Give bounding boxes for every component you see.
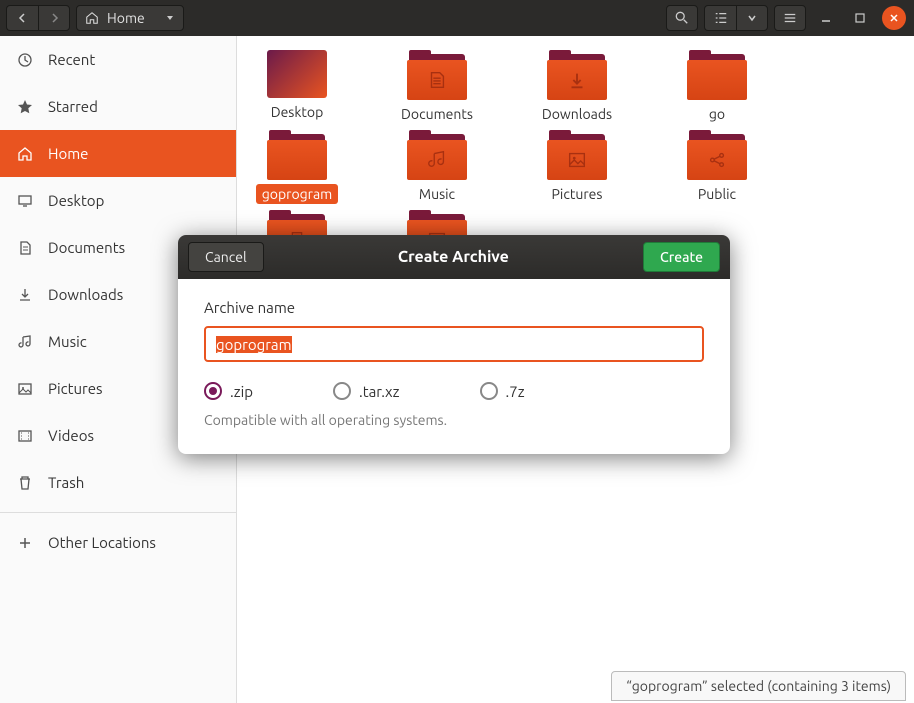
format-label: .tar.xz bbox=[359, 383, 400, 400]
folder-label: go bbox=[703, 104, 731, 124]
minimize-icon bbox=[820, 12, 832, 24]
music-icon bbox=[16, 333, 34, 351]
cancel-button[interactable]: Cancel bbox=[188, 242, 264, 272]
create-archive-dialog: Cancel Create Archive Create Archive nam… bbox=[178, 235, 730, 454]
maximize-icon bbox=[854, 12, 866, 24]
format-option-zip[interactable]: .zip bbox=[204, 382, 253, 400]
videos-icon bbox=[16, 427, 34, 445]
view-options-button[interactable] bbox=[736, 5, 768, 31]
sidebar-item-label: Pictures bbox=[48, 380, 103, 397]
trash-icon bbox=[16, 474, 34, 492]
folder-label: Public bbox=[692, 184, 742, 204]
folder-icon bbox=[407, 130, 467, 180]
dialog-title: Create Archive bbox=[398, 248, 509, 266]
sidebar-item-label: Recent bbox=[48, 51, 95, 68]
sidebar-item-label: Downloads bbox=[48, 286, 123, 303]
folder-icon bbox=[687, 50, 747, 100]
status-text: “goprogram” selected (containing 3 items… bbox=[626, 678, 891, 694]
radio-icon bbox=[480, 382, 498, 400]
folder-label: Pictures bbox=[546, 184, 609, 204]
folder-icon bbox=[267, 130, 327, 180]
folder-public[interactable]: Public bbox=[667, 130, 767, 204]
view-controls bbox=[704, 5, 768, 31]
folder-music[interactable]: Music bbox=[387, 130, 487, 204]
folder-documents[interactable]: Documents bbox=[387, 50, 487, 124]
minimize-button[interactable] bbox=[814, 6, 838, 30]
path-bar[interactable]: Home bbox=[76, 5, 184, 31]
format-hint: Compatible with all operating systems. bbox=[204, 412, 704, 428]
recent-icon bbox=[16, 51, 34, 69]
radio-icon bbox=[333, 382, 351, 400]
radio-icon bbox=[204, 382, 222, 400]
folder-icon bbox=[407, 50, 467, 100]
format-radio-group: .zip .tar.xz .7z bbox=[204, 382, 704, 400]
sidebar-item-label: Music bbox=[48, 333, 87, 350]
format-label: .zip bbox=[230, 383, 253, 400]
desktop-folder-icon bbox=[267, 50, 327, 98]
sidebar-item-label: Starred bbox=[48, 98, 98, 115]
sidebar-item-label: Trash bbox=[48, 474, 84, 491]
chevron-right-icon bbox=[49, 13, 59, 23]
sidebar-item-home[interactable]: Home bbox=[0, 130, 236, 177]
archive-name-input[interactable] bbox=[204, 326, 704, 362]
folder-icon bbox=[687, 130, 747, 180]
sidebar-separator bbox=[0, 512, 236, 513]
documents-icon bbox=[16, 239, 34, 257]
folder-go[interactable]: go bbox=[667, 50, 767, 124]
sidebar-item-label: Other Locations bbox=[48, 534, 156, 551]
folder-desktop[interactable]: Desktop bbox=[247, 50, 347, 124]
folder-label: Desktop bbox=[265, 102, 330, 122]
maximize-button[interactable] bbox=[848, 6, 872, 30]
header-bar: Home bbox=[0, 0, 914, 36]
dropdown-icon bbox=[165, 13, 175, 23]
sidebar-item-label: Documents bbox=[48, 239, 125, 256]
folder-label: Downloads bbox=[536, 104, 618, 124]
menu-button[interactable] bbox=[774, 5, 806, 31]
archive-name-label: Archive name bbox=[204, 299, 704, 316]
dialog-body: Archive name .zip .tar.xz .7z Compatible w… bbox=[178, 279, 730, 454]
folder-goprogram[interactable]: goprogram bbox=[247, 130, 347, 204]
plus-icon bbox=[16, 534, 34, 552]
back-button[interactable] bbox=[6, 5, 38, 31]
list-icon bbox=[714, 11, 728, 25]
folder-pictures[interactable]: Pictures bbox=[527, 130, 627, 204]
desktop-icon bbox=[16, 192, 34, 210]
sidebar-item-recent[interactable]: Recent bbox=[0, 36, 236, 83]
search-button[interactable] bbox=[666, 5, 698, 31]
path-label: Home bbox=[107, 10, 145, 26]
home-icon bbox=[16, 145, 34, 163]
close-icon bbox=[889, 13, 899, 23]
sidebar-item-label: Desktop bbox=[48, 192, 104, 209]
dialog-header: Cancel Create Archive Create bbox=[178, 235, 730, 279]
pictures-icon bbox=[16, 380, 34, 398]
status-bar: “goprogram” selected (containing 3 items… bbox=[611, 671, 906, 701]
close-button[interactable] bbox=[882, 6, 906, 30]
format-option-7z[interactable]: .7z bbox=[480, 382, 525, 400]
sidebar-other-locations[interactable]: Other Locations bbox=[0, 519, 236, 566]
forward-button[interactable] bbox=[38, 5, 70, 31]
chevron-down-icon bbox=[747, 13, 757, 23]
format-label: .7z bbox=[506, 383, 525, 400]
star-icon bbox=[16, 98, 34, 116]
list-view-button[interactable] bbox=[704, 5, 736, 31]
search-icon bbox=[675, 11, 689, 25]
folder-label: Music bbox=[413, 184, 461, 204]
home-icon bbox=[85, 11, 99, 25]
folder-label: Documents bbox=[395, 104, 479, 124]
folder-downloads[interactable]: Downloads bbox=[527, 50, 627, 124]
chevron-left-icon bbox=[18, 13, 28, 23]
format-option-tarxz[interactable]: .tar.xz bbox=[333, 382, 400, 400]
sidebar-item-label: Videos bbox=[48, 427, 94, 444]
hamburger-icon bbox=[783, 11, 797, 25]
sidebar-item-trash[interactable]: Trash bbox=[0, 459, 236, 506]
folder-label: goprogram bbox=[256, 184, 339, 204]
downloads-icon bbox=[16, 286, 34, 304]
sidebar-item-desktop[interactable]: Desktop bbox=[0, 177, 236, 224]
create-button[interactable]: Create bbox=[643, 242, 720, 272]
sidebar-item-starred[interactable]: Starred bbox=[0, 83, 236, 130]
sidebar-item-label: Home bbox=[48, 145, 88, 162]
folder-icon bbox=[547, 130, 607, 180]
folder-icon bbox=[547, 50, 607, 100]
nav-back-forward bbox=[6, 5, 70, 31]
